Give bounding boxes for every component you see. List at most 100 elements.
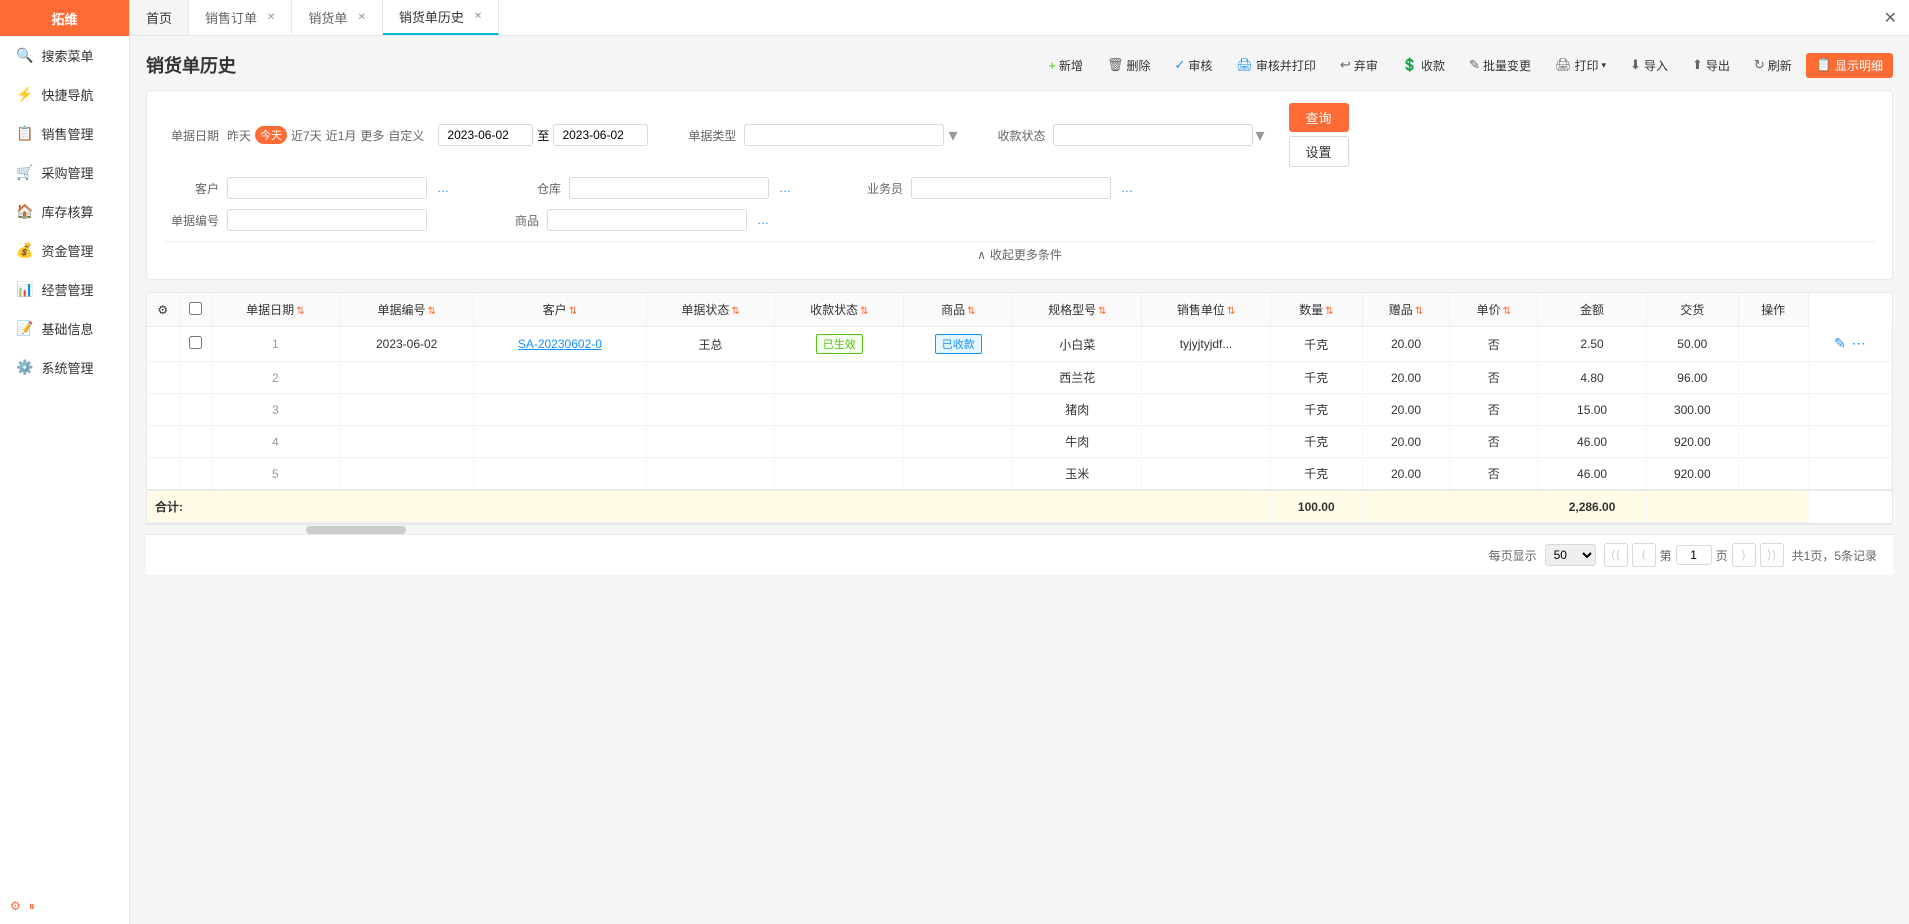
first-page-button[interactable]: ⟨⟨ [1604, 543, 1628, 567]
sidebar-collapse-icon[interactable]: ⏸ [29, 899, 35, 914]
doc-number-input[interactable] [227, 209, 427, 231]
row-unit-price: 4.80 [1538, 362, 1647, 394]
collect-button[interactable]: 💲 收款 [1392, 53, 1455, 78]
footer-empty4 [1646, 490, 1808, 523]
col-settings[interactable]: ⚙ [147, 293, 179, 327]
batch-change-button[interactable]: ✎ 批量变更 [1459, 53, 1541, 78]
warehouse-more-icon[interactable]: … [779, 181, 791, 195]
add-button[interactable]: + 新增 [1038, 53, 1093, 78]
row-product: 牛肉 [1013, 426, 1142, 458]
customer-input[interactable] [227, 177, 427, 199]
more-icon[interactable]: ⋯ [1852, 335, 1866, 352]
col-gift[interactable]: 赠品⇅ [1362, 293, 1450, 327]
close-all-tabs[interactable]: ✕ [1872, 8, 1909, 28]
show-detail-button[interactable]: 📋 显示明细 [1806, 53, 1893, 78]
product-input[interactable] [547, 209, 747, 231]
pay-status-dropdown-icon[interactable]: ▾ [1255, 125, 1264, 146]
tab-sales-delivery[interactable]: 销货单 ✕ [292, 0, 382, 35]
tab-home[interactable]: 首页 [130, 0, 189, 35]
row-pay-status [904, 394, 1013, 426]
col-product[interactable]: 商品⇅ [904, 293, 1013, 327]
pay-status-input[interactable] [1053, 124, 1253, 146]
date-to-input[interactable] [553, 124, 648, 146]
shortcut-more[interactable]: 更多 [360, 127, 384, 144]
warehouse-input[interactable] [569, 177, 769, 199]
doc-type-input[interactable] [744, 124, 944, 146]
collapse-btn[interactable]: ∧ 收起更多条件 [163, 241, 1876, 267]
page-label-pre: 第 [1660, 547, 1672, 564]
row-pay-status [904, 362, 1013, 394]
row-unit: 千克 [1270, 327, 1362, 362]
col-pay-status[interactable]: 收款状态⇅ [775, 293, 904, 327]
select-all-checkbox[interactable] [189, 302, 202, 315]
row-settings [147, 426, 179, 458]
footer-total-amount: 2,286.00 [1538, 490, 1647, 523]
abandon-button[interactable]: ↩ 弃审 [1330, 53, 1388, 78]
row-gift: 否 [1450, 327, 1538, 362]
tab-sales-order-close[interactable]: ✕ [267, 12, 275, 23]
row-check [179, 394, 211, 426]
col-unit-price[interactable]: 单价⇅ [1450, 293, 1538, 327]
horizontal-scrollbar[interactable] [146, 524, 1893, 534]
audit-print-button[interactable]: 🖨 审核并打印 [1226, 53, 1326, 78]
salesperson-input[interactable] [911, 177, 1111, 199]
row-date [340, 458, 474, 491]
sidebar-item-sales-mgmt[interactable]: 📋 销售管理 [0, 114, 129, 153]
tab-sales-history[interactable]: 销货单历史 ✕ [383, 0, 499, 35]
delete-button[interactable]: 🗑 删除 [1097, 53, 1161, 78]
salesperson-more-icon[interactable]: … [1121, 181, 1133, 195]
col-customer[interactable]: 客户⇅ [474, 293, 647, 327]
product-more-icon[interactable]: … [757, 213, 769, 227]
prev-page-button[interactable]: ⟨ [1632, 543, 1656, 567]
date-shortcuts: 昨天 今天 近7天 近1月 更多 自定义 [227, 126, 424, 144]
filter-row-3: 单据编号 商品 … [163, 209, 1876, 231]
refresh-button[interactable]: ↻ 刷新 [1744, 53, 1802, 78]
scrollbar-thumb[interactable] [306, 526, 406, 534]
customer-more-icon[interactable]: … [437, 181, 449, 195]
sidebar-item-quick-nav[interactable]: ⚡ 快捷导航 [0, 75, 129, 114]
query-button[interactable]: 查询 [1289, 103, 1349, 132]
page-navigation: ⟨⟨ ⟨ 第 页 ⟩ ⟩⟩ [1604, 543, 1784, 567]
shortcut-1month[interactable]: 近1月 [326, 127, 357, 144]
print-button[interactable]: 🖨 打印 ▾ [1545, 53, 1616, 78]
sidebar-item-basic-info[interactable]: 📝 基础信息 [0, 309, 129, 348]
sidebar-item-purchase-mgmt[interactable]: 🛒 采购管理 [0, 153, 129, 192]
tab-sales-history-close[interactable]: ✕ [474, 11, 482, 22]
sidebar-item-ops-mgmt[interactable]: 📊 经营管理 [0, 270, 129, 309]
sidebar-item-search-menu[interactable]: 🔍 搜索菜单 [0, 36, 129, 75]
doc-number-link[interactable]: SA-20230602-0 [518, 337, 602, 351]
filter-doc-type: 单据类型 ▾ [680, 124, 957, 146]
sidebar-item-finance-mgmt[interactable]: 💰 资金管理 [0, 231, 129, 270]
col-unit[interactable]: 销售单位⇅ [1142, 293, 1271, 327]
tab-sales-delivery-close[interactable]: ✕ [357, 12, 365, 23]
filter-settings-button[interactable]: 设置 [1289, 136, 1349, 167]
shortcut-custom[interactable]: 自定义 [388, 127, 424, 144]
next-page-button[interactable]: ⟩ [1732, 543, 1756, 567]
col-number[interactable]: 单据编号⇅ [340, 293, 474, 327]
col-quantity[interactable]: 数量⇅ [1270, 293, 1362, 327]
shortcut-7days[interactable]: 近7天 [291, 127, 322, 144]
audit-button[interactable]: ✓ 审核 [1164, 53, 1222, 78]
row-number [474, 394, 647, 426]
tab-sales-order[interactable]: 销售订单 ✕ [189, 0, 292, 35]
row-spec: tyjyjtyjdf... [1142, 327, 1271, 362]
doc-type-dropdown-icon[interactable]: ▾ [948, 125, 957, 146]
import-button[interactable]: ⬇ 导入 [1620, 53, 1678, 78]
sidebar-item-sys-mgmt[interactable]: ⚙️ 系统管理 [0, 348, 129, 387]
export-button[interactable]: ⬆ 导出 [1682, 53, 1740, 78]
shortcut-today[interactable]: 今天 [255, 126, 287, 144]
page-size-select[interactable]: 50 100 200 [1545, 544, 1596, 566]
row-amount: 300.00 [1646, 394, 1738, 426]
data-table: ⚙ 单据日期⇅ 单据编号⇅ 客户⇅ 单据状态⇅ 收款状态⇅ 商品⇅ 规格型号⇅ … [147, 293, 1892, 523]
last-page-button[interactable]: ⟩⟩ [1760, 543, 1784, 567]
page-number-input[interactable] [1676, 545, 1712, 565]
col-spec[interactable]: 规格型号⇅ [1013, 293, 1142, 327]
sidebar-settings-icon[interactable]: ⚙ [10, 899, 21, 914]
shortcut-yesterday[interactable]: 昨天 [227, 127, 251, 144]
edit-icon[interactable]: ✎ [1834, 335, 1846, 352]
date-from-input[interactable] [438, 124, 533, 146]
col-date[interactable]: 单据日期⇅ [211, 293, 340, 327]
sidebar-item-inventory[interactable]: 🏠 库存核算 [0, 192, 129, 231]
row-checkbox[interactable] [189, 336, 202, 349]
col-doc-status[interactable]: 单据状态⇅ [646, 293, 775, 327]
